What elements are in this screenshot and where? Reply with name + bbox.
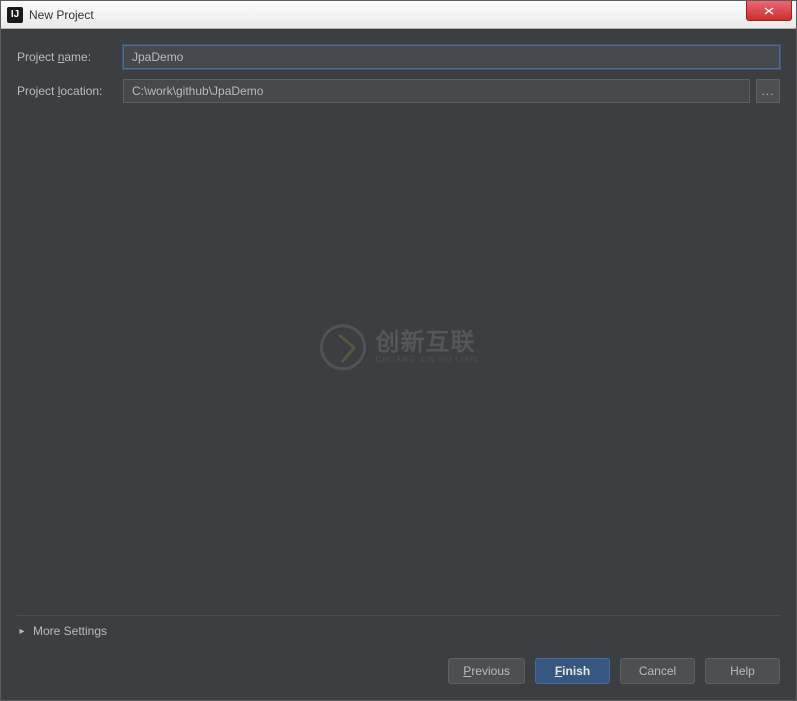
titlebar[interactable]: IJ New Project [1,1,796,29]
dialog-window: IJ New Project Project name: Project loc… [0,0,797,701]
empty-body: 创新互联 CHUANG XIN HU LIAN [17,113,780,609]
watermark-logo-icon [319,324,365,370]
watermark-subtext: CHUANG XIN HU LIAN [375,355,477,364]
cancel-button[interactable]: Cancel [620,658,695,684]
project-location-row: Project location: ... [17,79,780,103]
project-name-input[interactable] [123,45,780,69]
window-title: New Project [29,8,94,22]
previous-button[interactable]: Previous [448,658,525,684]
project-location-label: Project location: [17,84,123,98]
button-bar: Previous Finish Cancel Help [17,650,780,684]
watermark-text: 创新互联 [375,331,477,355]
app-icon: IJ [7,7,23,23]
project-location-input[interactable] [123,79,750,103]
window-controls [746,1,796,21]
help-button[interactable]: Help [705,658,780,684]
project-name-label: Project name: [17,50,123,64]
more-settings-label: More Settings [33,624,107,638]
browse-location-button[interactable]: ... [756,79,780,103]
chevron-right-icon: ▸ [17,626,27,636]
more-settings-toggle[interactable]: ▸ More Settings [17,615,780,650]
watermark: 创新互联 CHUANG XIN HU LIAN [319,324,477,370]
close-button[interactable] [746,1,792,21]
finish-button[interactable]: Finish [535,658,610,684]
project-name-row: Project name: [17,45,780,69]
content-area: Project name: Project location: ... 创新互联… [1,29,796,700]
